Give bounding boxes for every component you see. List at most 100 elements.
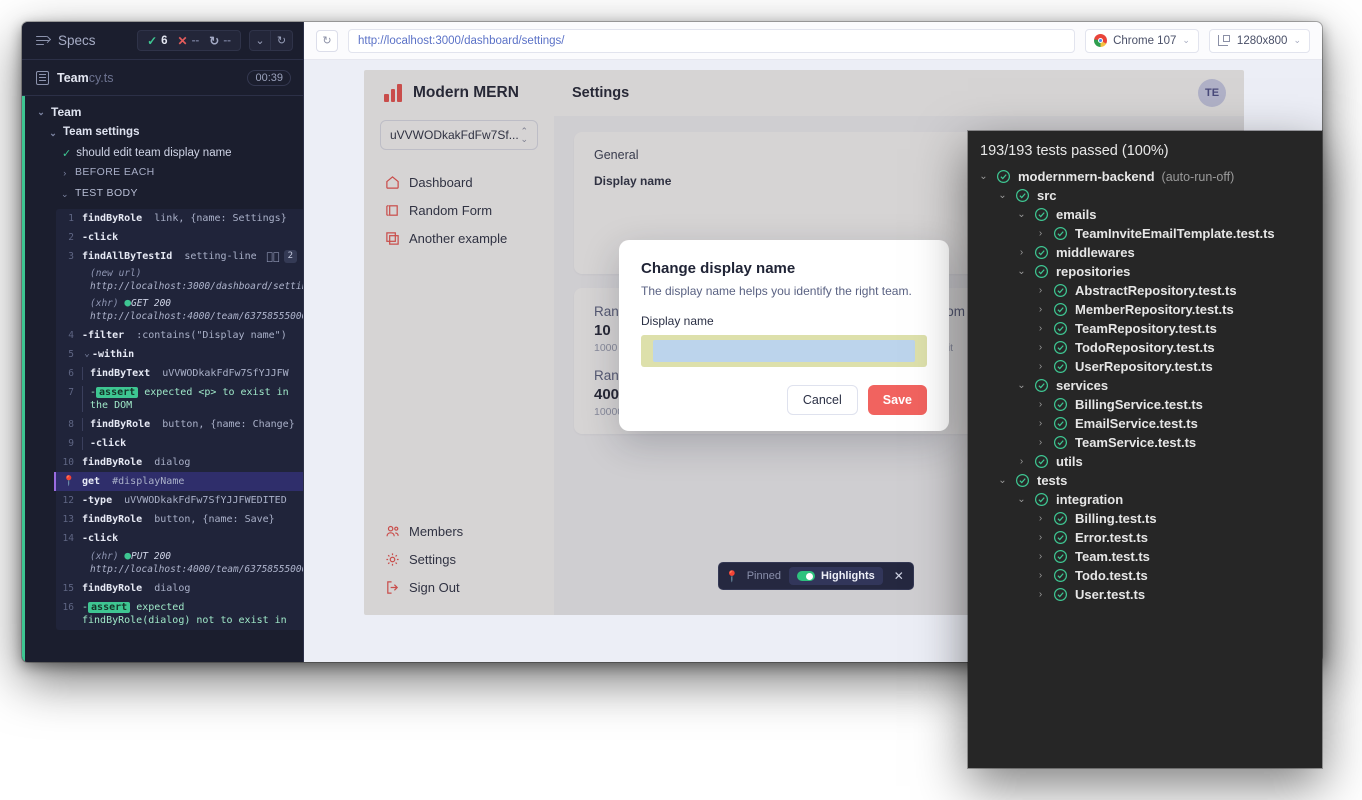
test-tree-node[interactable]: › MemberRepository.test.ts bbox=[968, 300, 1322, 319]
viewport-selector[interactable]: 1280x800 ⌄ bbox=[1208, 28, 1310, 53]
test-tree-node[interactable]: › TodoRepository.test.ts bbox=[968, 338, 1322, 357]
command-index: 13 bbox=[62, 514, 74, 525]
test-tree-node[interactable]: › TeamInviteEmailTemplate.test.ts bbox=[968, 224, 1322, 243]
chevron-right-icon[interactable]: › bbox=[1035, 437, 1046, 448]
test-tree-node[interactable]: › Team.test.ts bbox=[968, 547, 1322, 566]
test-tree-node[interactable]: ⌄ emails bbox=[968, 205, 1322, 224]
chevron-right-icon[interactable]: › bbox=[1035, 228, 1046, 239]
check-circle-icon bbox=[1053, 549, 1068, 564]
test-tree-node[interactable]: › Error.test.ts bbox=[968, 528, 1322, 547]
test-tree-node[interactable]: › Billing.test.ts bbox=[968, 509, 1322, 528]
test-should-edit-team-display-name[interactable]: ✓ should edit team display name bbox=[22, 144, 303, 163]
chevron-right-icon[interactable]: › bbox=[1035, 513, 1046, 524]
close-icon[interactable]: ✕ bbox=[891, 569, 907, 583]
hook-test-body[interactable]: ⌄ TEST BODY bbox=[22, 184, 303, 205]
test-tree-node[interactable]: › User.test.ts bbox=[968, 585, 1322, 604]
test-tree-node[interactable]: ⌄ repositories bbox=[968, 262, 1322, 281]
command-row[interactable]: 3 findAllByTestId setting-line 👁⃠ 2 bbox=[56, 247, 303, 266]
test-tree-node-meta: (auto-run-off) bbox=[1161, 169, 1235, 184]
command-row[interactable]: 7 - assert expected <p> to exist in the D… bbox=[56, 383, 303, 415]
chevron-down-icon[interactable]: ⌄ bbox=[997, 475, 1008, 486]
command-row[interactable]: 5 ⌄ -within bbox=[56, 345, 303, 364]
command-index: 10 bbox=[62, 457, 74, 468]
chevron-right-icon[interactable]: › bbox=[1016, 247, 1027, 258]
test-tree-node[interactable]: ⌄ integration bbox=[968, 490, 1322, 509]
test-tree-node[interactable]: ⌄ src bbox=[968, 186, 1322, 205]
test-tree-node[interactable]: › Todo.test.ts bbox=[968, 566, 1322, 585]
hook-before-each[interactable]: › BEFORE EACH bbox=[22, 163, 303, 184]
chevron-down-icon[interactable]: ⌄ bbox=[82, 348, 92, 361]
test-tree-node-label: BillingService.test.ts bbox=[1075, 397, 1203, 412]
chevron-right-icon[interactable]: › bbox=[1035, 361, 1046, 372]
chevron-right-icon[interactable]: › bbox=[1035, 399, 1046, 410]
command-row[interactable]: 16 - assert expected findByRole(dialog) n… bbox=[56, 598, 303, 630]
test-tree-node[interactable]: › TeamRepository.test.ts bbox=[968, 319, 1322, 338]
test-tree-node[interactable]: › EmailService.test.ts bbox=[968, 414, 1322, 433]
chevron-right-icon[interactable]: › bbox=[1035, 418, 1046, 429]
command-row-selected[interactable]: 📍 get #displayName bbox=[54, 472, 303, 491]
chevron-right-icon[interactable]: › bbox=[1035, 551, 1046, 562]
test-tree-node[interactable]: › utils bbox=[968, 452, 1322, 471]
test-tree-node[interactable]: › middlewares bbox=[968, 243, 1322, 262]
chevron-down-icon[interactable]: ⌄ bbox=[1016, 266, 1027, 277]
test-tree-node[interactable]: › AbstractRepository.test.ts bbox=[968, 281, 1322, 300]
test-results-panel: 193/193 tests passed (100%) ⌄ modernmern-… bbox=[968, 131, 1322, 768]
chevron-down-icon[interactable]: ⌄ bbox=[1016, 494, 1027, 505]
command-args: button, {name: Change} bbox=[162, 419, 295, 430]
command-args: uVVWODkakFdFw7SfYJJFWEDITED bbox=[124, 495, 287, 506]
note-url: http://localhost:3000/dashboard/settings… bbox=[90, 281, 303, 292]
chevron-right-icon[interactable]: › bbox=[1035, 589, 1046, 600]
chevron-right-icon[interactable]: › bbox=[1035, 342, 1046, 353]
chevron-down-icon[interactable]: ⌄ bbox=[249, 30, 271, 51]
highlights-toggle[interactable]: Highlights bbox=[788, 567, 883, 585]
specs-button[interactable]: Specs bbox=[36, 33, 129, 48]
url-input[interactable]: http://localhost:3000/dashboard/settings… bbox=[348, 28, 1076, 53]
spec-header[interactable]: Teamcy.ts 00:39 bbox=[22, 60, 303, 96]
test-tree-node-label: middlewares bbox=[1056, 245, 1135, 260]
note-status: GET 200 bbox=[130, 298, 172, 309]
browser-selector[interactable]: Chrome 107 ⌄ bbox=[1085, 28, 1199, 53]
chevron-right-icon[interactable]: › bbox=[1035, 304, 1046, 315]
url-text: http://localhost:3000/dashboard/settings… bbox=[358, 34, 565, 47]
command-row[interactable]: 15 findByRole dialog bbox=[56, 579, 303, 598]
command-args: dialog bbox=[154, 583, 191, 594]
save-button[interactable]: Save bbox=[867, 385, 927, 415]
cancel-button[interactable]: Cancel bbox=[786, 385, 858, 415]
chevron-down-icon[interactable]: ⌄ bbox=[997, 190, 1008, 201]
chevron-right-icon[interactable]: › bbox=[1035, 570, 1046, 581]
display-name-input[interactable] bbox=[653, 340, 915, 362]
test-tree-node[interactable]: ⌄ modernmern-backend (auto-run-off) bbox=[968, 167, 1322, 186]
chevron-right-icon[interactable]: › bbox=[1016, 456, 1027, 467]
suite-team[interactable]: ⌄ Team bbox=[22, 102, 303, 123]
stat-passed: ✓ 6 bbox=[147, 35, 167, 47]
command-row[interactable]: 13 findByRole button, {name: Save} bbox=[56, 510, 303, 529]
command-log-scroll[interactable]: ⌄ Team ⌄ Team settings ✓ should edit tea… bbox=[22, 96, 303, 662]
chevron-down-icon[interactable]: ⌄ bbox=[1016, 380, 1027, 391]
test-results-tree[interactable]: ⌄ modernmern-backend (auto-run-off) ⌄ src ⌄ em… bbox=[968, 167, 1322, 604]
chevron-right-icon[interactable]: › bbox=[1035, 532, 1046, 543]
command-row[interactable]: 2 -click bbox=[56, 228, 303, 247]
snapshot-badge[interactable]: 👁⃠ 2 bbox=[266, 250, 297, 263]
chevron-down-icon[interactable]: ⌄ bbox=[1016, 209, 1027, 220]
test-tree-node[interactable]: › TeamService.test.ts bbox=[968, 433, 1322, 452]
command-row[interactable]: 6 findByText uVVWODkakFdFw7SfYJJFW bbox=[56, 364, 303, 383]
reload-icon[interactable]: ↻ bbox=[316, 29, 338, 52]
command-row[interactable]: 8 findByRole button, {name: Change} bbox=[56, 415, 303, 434]
command-row[interactable]: 14 -click bbox=[56, 529, 303, 548]
command-row[interactable]: 12 -type uVVWODkakFdFw7SfYJJFWEDITED bbox=[56, 491, 303, 510]
command-row[interactable]: 4 -filter :contains("Display name") bbox=[56, 326, 303, 345]
command-method: findByText bbox=[90, 368, 151, 379]
command-row[interactable]: 10 findByRole dialog bbox=[56, 453, 303, 472]
test-tree-node[interactable]: ⌄ services bbox=[968, 376, 1322, 395]
test-tree-node[interactable]: ⌄ tests bbox=[968, 471, 1322, 490]
command-row[interactable]: 9 -click bbox=[56, 434, 303, 453]
stat-failed-value: -- bbox=[191, 34, 200, 47]
restart-icon[interactable]: ↻ bbox=[271, 30, 293, 51]
chevron-right-icon[interactable]: › bbox=[1035, 285, 1046, 296]
chevron-down-icon[interactable]: ⌄ bbox=[978, 171, 989, 182]
test-tree-node[interactable]: › UserRepository.test.ts bbox=[968, 357, 1322, 376]
suite-team-settings[interactable]: ⌄ Team settings bbox=[22, 123, 303, 144]
chevron-right-icon[interactable]: › bbox=[1035, 323, 1046, 334]
command-row[interactable]: 1 findByRole link, {name: Settings} bbox=[56, 209, 303, 228]
test-tree-node[interactable]: › BillingService.test.ts bbox=[968, 395, 1322, 414]
